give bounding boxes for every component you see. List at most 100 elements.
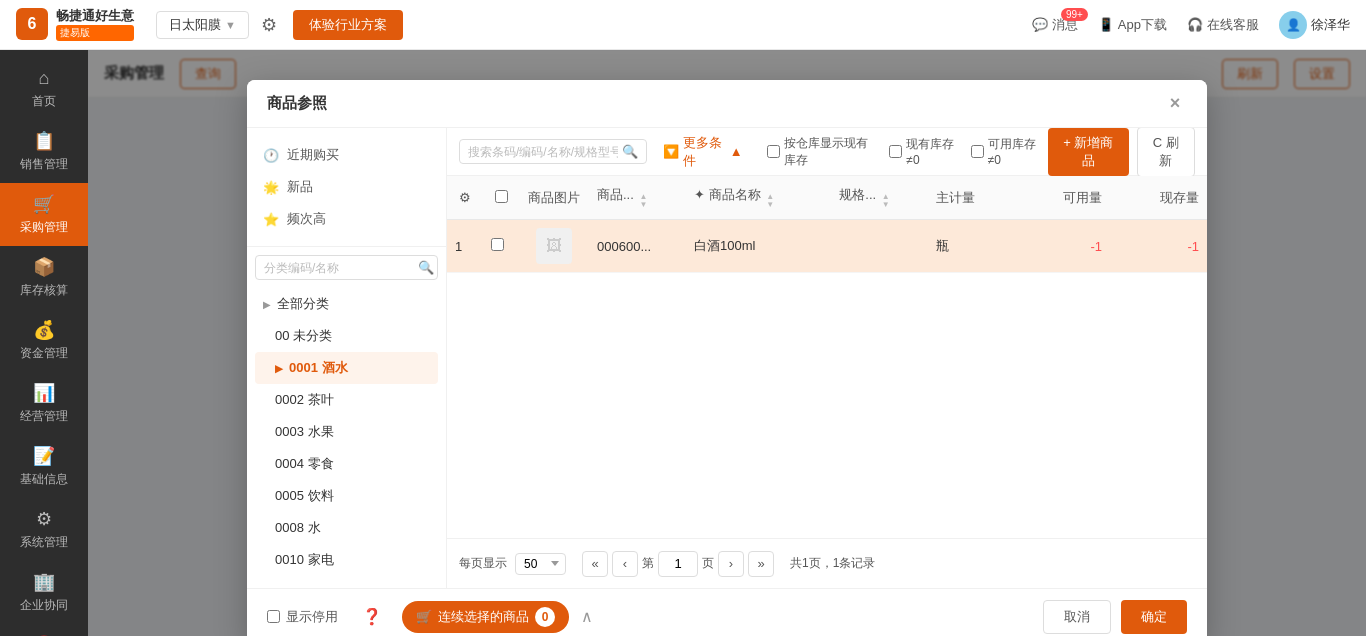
sidebar-item-system[interactable]: ⚙ 系统管理 xyxy=(0,498,88,561)
sidebar-item-operation[interactable]: 📊 经营管理 xyxy=(0,372,88,435)
message-count: 99+ xyxy=(1061,8,1088,21)
sidebar-item-inventory[interactable]: 📦 库存核算 xyxy=(0,246,88,309)
cat-0001[interactable]: ▶ 0001 酒水 xyxy=(255,352,438,384)
user-avatar: 👤 xyxy=(1279,11,1307,39)
cat-all-label: 全部分类 xyxy=(277,295,329,313)
category-search-icon[interactable]: 🔍 xyxy=(418,260,434,275)
row-spec xyxy=(831,220,928,273)
cancel-btn[interactable]: 取消 xyxy=(1043,600,1111,634)
continuous-select-btn[interactable]: 🛒 连续选择的商品 0 xyxy=(402,601,569,633)
cat-00[interactable]: 00 未分类 xyxy=(255,320,438,352)
next-page-btn[interactable]: › xyxy=(718,551,744,577)
page-label: 页 xyxy=(702,555,714,572)
select-all-checkbox[interactable] xyxy=(495,190,508,203)
product-search-icon[interactable]: 🔍 xyxy=(622,144,638,159)
stock-ne-label: 现有库存≠0 xyxy=(906,136,958,167)
pagination: 每页显示 50 10 20 100 « ‹ 第 xyxy=(447,538,1207,588)
page-input[interactable] xyxy=(658,551,698,577)
cat-0008[interactable]: 0008 水 xyxy=(255,512,438,544)
th-avail[interactable]: 可用量 xyxy=(1013,176,1110,220)
footer-expand-icon[interactable]: ∧ xyxy=(581,607,593,626)
row-check[interactable] xyxy=(483,220,519,273)
settings-icon[interactable]: ⚙ xyxy=(261,14,277,36)
sidebar-item-basic[interactable]: 📝 基础信息 xyxy=(0,435,88,498)
show-disabled-input[interactable] xyxy=(267,610,280,623)
system-icon: ⚙ xyxy=(36,508,52,530)
th-unit[interactable]: 主计量 xyxy=(928,176,1013,220)
row-checkbox[interactable] xyxy=(491,238,504,251)
cat-0005[interactable]: 0005 饮料 xyxy=(255,480,438,512)
cat-0002[interactable]: 0002 茶叶 xyxy=(255,384,438,416)
service-icon: 🎧 xyxy=(1187,17,1203,32)
sidebar-label-sales: 销售管理 xyxy=(20,156,68,173)
table-row[interactable]: 1 🖼 xyxy=(447,220,1207,273)
filter-checkboxes: 按仓库显示现有库存 现有库存≠0 可用库存≠0 xyxy=(767,135,1040,169)
stock-ne-checkbox[interactable]: 现有库存≠0 xyxy=(889,136,958,167)
modal-close-btn[interactable]: × xyxy=(1163,92,1187,116)
sidebar-item-home[interactable]: ⌂ 首页 xyxy=(0,58,88,120)
sales-icon: 📋 xyxy=(33,130,55,152)
store-selector[interactable]: 日太阳膜 ▼ xyxy=(156,11,249,39)
sidebar-item-sales[interactable]: 📋 销售管理 xyxy=(0,120,88,183)
th-spec[interactable]: 规格... ▲▼ xyxy=(831,176,928,220)
toolbar-right: + 新增商品 C 刷新 xyxy=(1048,128,1195,177)
th-stock[interactable]: 现存量 xyxy=(1110,176,1207,220)
basic-icon: 📝 xyxy=(33,445,55,467)
prev-page-btn[interactable]: ‹ xyxy=(612,551,638,577)
page-total: 共1页，1条记录 xyxy=(790,555,875,572)
code-sort-icon: ▲▼ xyxy=(639,193,647,209)
name-sort-icon: ▲▼ xyxy=(766,193,774,209)
cat-all[interactable]: ▶ 全部分类 xyxy=(255,288,438,320)
sidebar-item-guide[interactable]: 🎯 新手引导 xyxy=(0,624,88,636)
category-search-input[interactable] xyxy=(264,261,414,275)
th-code[interactable]: 商品... ▲▼ xyxy=(589,176,686,220)
experience-btn[interactable]: 体验行业方案 xyxy=(293,10,403,40)
first-page-btn[interactable]: « xyxy=(582,551,608,577)
avail-ne-checkbox[interactable]: 可用库存≠0 xyxy=(971,136,1040,167)
cat-0004[interactable]: 0004 零食 xyxy=(255,448,438,480)
product-search-input[interactable] xyxy=(468,145,618,159)
quick-frequent[interactable]: ⭐ 频次高 xyxy=(255,204,438,234)
sidebar-label-purchase: 采购管理 xyxy=(20,219,68,236)
th-check[interactable] xyxy=(483,176,519,220)
service-label: 在线客服 xyxy=(1207,16,1259,34)
more-filter-btn[interactable]: 🔽 更多条件 ▲ xyxy=(655,130,751,174)
new-icon: 🌟 xyxy=(263,180,279,195)
quick-recent[interactable]: 🕐 近期购买 xyxy=(255,140,438,170)
cat-0003[interactable]: 0003 水果 xyxy=(255,416,438,448)
online-service-btn[interactable]: 🎧 在线客服 xyxy=(1187,16,1259,34)
quick-new[interactable]: 🌟 新品 xyxy=(255,172,438,202)
sidebar-label-finance: 资金管理 xyxy=(20,345,68,362)
app-download-btn[interactable]: 📱 App下载 xyxy=(1098,16,1167,34)
sidebar-item-purchase[interactable]: 🛒 采购管理 xyxy=(0,183,88,246)
cart-label: 连续选择的商品 xyxy=(438,608,529,626)
message-btn[interactable]: 💬 消息 99+ xyxy=(1032,16,1078,34)
show-disabled-checkbox[interactable]: 显示停用 xyxy=(267,608,338,626)
sidebar-item-finance[interactable]: 💰 资金管理 xyxy=(0,309,88,372)
sidebar-label-enterprise: 企业协同 xyxy=(20,597,68,614)
add-product-btn[interactable]: + 新增商品 xyxy=(1048,128,1129,176)
th-name[interactable]: ✦ 商品名称 ▲▼ xyxy=(686,176,831,220)
cat-0005-label: 0005 饮料 xyxy=(275,487,334,505)
sidebar-label-operation: 经营管理 xyxy=(20,408,68,425)
modal-body: 🕐 近期购买 🌟 新品 ⭐ 频次高 xyxy=(247,128,1207,588)
cat-0010[interactable]: 0010 家电 xyxy=(255,544,438,576)
th-gear[interactable]: ⚙ xyxy=(447,176,483,220)
avail-ne-input[interactable] xyxy=(971,145,984,158)
warehouse-display-input[interactable] xyxy=(767,145,780,158)
product-image: 🖼 xyxy=(536,228,572,264)
warehouse-display-checkbox[interactable]: 按仓库显示现有库存 xyxy=(767,135,878,169)
store-arrow-icon: ▼ xyxy=(225,19,236,31)
user-menu[interactable]: 👤 徐泽华 xyxy=(1279,11,1350,39)
sidebar-item-enterprise[interactable]: 🏢 企业协同 xyxy=(0,561,88,624)
table-body: 1 🖼 xyxy=(447,220,1207,273)
help-icon[interactable]: ❓ xyxy=(362,607,382,626)
refresh-btn[interactable]: C 刷新 xyxy=(1137,128,1195,177)
row-code: 000600... xyxy=(589,220,686,273)
last-page-btn[interactable]: » xyxy=(748,551,774,577)
stock-ne-input[interactable] xyxy=(889,145,902,158)
product-search-box: 🔍 xyxy=(459,139,647,164)
confirm-btn[interactable]: 确定 xyxy=(1121,600,1187,634)
page-size-select[interactable]: 50 10 20 100 xyxy=(515,553,566,575)
cart-count: 0 xyxy=(535,607,555,627)
